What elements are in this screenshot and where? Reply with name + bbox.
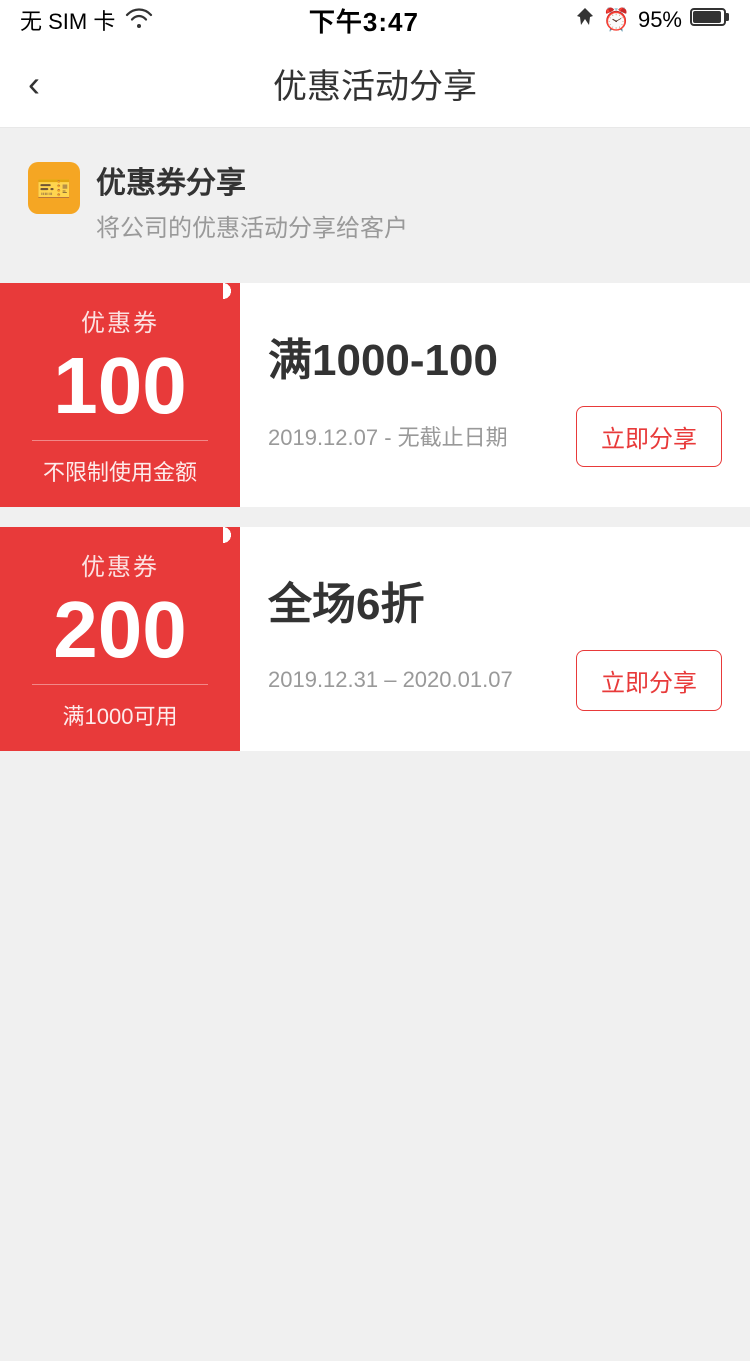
coupon-label-1: 优惠券 — [81, 303, 159, 338]
page-title: 优惠活动分享 — [273, 59, 477, 108]
coupon-right-1: 满1000-100 2019.12.07 - 无截止日期 立即分享 — [240, 283, 750, 507]
coupon-amount-2: 200 — [53, 590, 186, 670]
battery-icon — [690, 6, 730, 34]
nav-bar: ‹ 优惠活动分享 — [0, 40, 750, 128]
share-button-1[interactable]: 立即分享 — [576, 406, 722, 467]
coupon-name-2: 全场6折 — [268, 568, 722, 632]
coupon-date-1: 2019.12.07 - 无截止日期 — [268, 420, 564, 452]
coupon-condition-2: 满1000可用 — [55, 699, 186, 731]
coupon-date-2: 2019.12.31 – 2020.01.07 — [268, 667, 564, 693]
section-header: 🎫 优惠券分享 将公司的优惠活动分享给客户 — [0, 128, 750, 263]
section-text-block: 优惠券分享 将公司的优惠活动分享给客户 — [96, 158, 408, 243]
empty-area — [0, 781, 750, 1361]
coupon-card-2: 优惠券 200 满1000可用 全场6折 2019.12.31 – 2020.0… — [0, 527, 750, 751]
coupon-amount-1: 100 — [53, 346, 186, 426]
section-title: 优惠券分享 — [96, 158, 408, 202]
carrier-label: 无 SIM 卡 — [20, 4, 115, 36]
section-subtitle: 将公司的优惠活动分享给客户 — [96, 208, 408, 243]
status-bar: 无 SIM 卡 下午3:47 ⏰ 95% — [0, 0, 750, 40]
coupon-bottom-row-2: 2019.12.31 – 2020.01.07 立即分享 — [268, 650, 722, 711]
coupon-label-2: 优惠券 — [81, 547, 159, 582]
coupon-divider-1 — [32, 440, 208, 441]
share-button-2[interactable]: 立即分享 — [576, 650, 722, 711]
alarm-icon: ⏰ — [603, 7, 630, 33]
coupon-left-2: 优惠券 200 满1000可用 — [0, 527, 240, 751]
back-button[interactable]: ‹ — [28, 63, 40, 105]
coupon-bottom-row-1: 2019.12.07 - 无截止日期 立即分享 — [268, 406, 722, 467]
section-icon: 🎫 — [28, 162, 80, 214]
coupon-right-2: 全场6折 2019.12.31 – 2020.01.07 立即分享 — [240, 527, 750, 751]
wifi-icon — [125, 6, 153, 34]
coupon-condition-1: 不限制使用金额 — [35, 455, 205, 487]
battery-percent: 95% — [638, 7, 682, 33]
location-icon — [575, 6, 595, 34]
coupon-left-1: 优惠券 100 不限制使用金额 — [0, 283, 240, 507]
status-right: ⏰ 95% — [575, 6, 730, 34]
status-left: 无 SIM 卡 — [20, 4, 153, 36]
coupon-divider-2 — [32, 684, 208, 685]
coupon-name-1: 满1000-100 — [268, 324, 722, 388]
status-time: 下午3:47 — [309, 2, 419, 39]
coupon-list: 优惠券 100 不限制使用金额 满1000-100 2019.12.07 - 无… — [0, 263, 750, 781]
coupon-card-1: 优惠券 100 不限制使用金额 满1000-100 2019.12.07 - 无… — [0, 283, 750, 507]
